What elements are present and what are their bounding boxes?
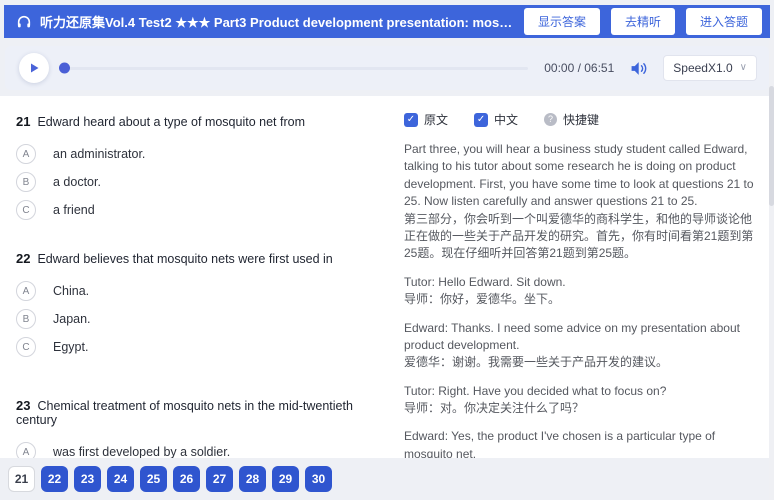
question-nav-22[interactable]: 22 (41, 466, 68, 492)
transcript-en: Tutor: Right. Have you decided what to f… (404, 383, 667, 398)
option-letter-badge[interactable]: B (16, 172, 36, 192)
question-nav-26[interactable]: 26 (173, 466, 200, 492)
help-circle-icon: ? (544, 113, 558, 126)
speed-select[interactable]: SpeedX1.0 ∨ (663, 55, 757, 81)
question-nav-28[interactable]: 28 (239, 466, 266, 492)
option-label: China. (53, 284, 90, 298)
transcript-zh: 导师：对。你决定关注什么了吗？ (404, 401, 585, 416)
scrollbar-thumb[interactable] (769, 86, 774, 206)
question-nav-25[interactable]: 25 (140, 466, 167, 492)
question-number: 23 (16, 398, 31, 413)
page-scrollbar[interactable] (769, 40, 774, 500)
option-label: Japan. (53, 312, 91, 326)
option-21-a[interactable]: A an administrator. (16, 144, 386, 164)
header-bar: 听力还原集Vol.4 Test2 ★★★ Part3 Product devel… (4, 5, 770, 38)
transcript-paragraph: Tutor: Hello Edward. Sit down. 导师：你好，爱德华… (404, 274, 758, 309)
question-text: Edward heard about a type of mosquito ne… (37, 115, 305, 129)
shortcut-label: 快捷键 (563, 113, 600, 127)
main-content: 21 Edward heard about a type of mosquito … (0, 96, 774, 458)
transcript-paragraph: Edward: Thanks. I need some advice on my… (404, 320, 758, 372)
questions-panel: 21 Edward heard about a type of mosquito … (0, 96, 394, 458)
time-display: 00:00 / 06:51 (544, 61, 615, 75)
option-label: was first developed by a soldier. (53, 445, 231, 458)
checkbox-checked-icon[interactable]: ✓ (474, 112, 489, 127)
transcript-paragraph: Part three, you will hear a business stu… (404, 141, 758, 263)
progress-bar[interactable] (59, 62, 529, 74)
transcript-zh: 爱德华：谢谢。我需要一些关于产品开发的建议。 (404, 355, 669, 370)
option-21-c[interactable]: C a friend (16, 200, 386, 220)
question-nav-27[interactable]: 27 (206, 466, 233, 492)
option-21-b[interactable]: B a doctor. (16, 172, 386, 192)
option-label: an administrator. (53, 147, 146, 161)
option-label: Egypt. (53, 340, 89, 354)
audio-player: 00:00 / 06:51 SpeedX1.0 ∨ (5, 46, 769, 90)
question-nav: 21 22 23 24 25 26 27 28 29 30 (8, 466, 338, 492)
question-22: 22 Edward believes that mosquito nets wer… (16, 251, 386, 357)
speed-value: SpeedX1.0 (673, 61, 733, 75)
question-nav-30[interactable]: 30 (305, 466, 332, 492)
option-letter-badge[interactable]: C (16, 200, 36, 220)
header-buttons: 显示答案 去精听 进入答题 (513, 8, 762, 35)
question-23: 23 Chemical treatment of mosquito nets in… (16, 398, 386, 458)
transcript-panel: ✓ 原文 ✓ 中文 ? 快捷键 Part three, you will hea… (394, 96, 774, 458)
option-letter-badge[interactable]: A (16, 144, 36, 164)
question-text: Chemical treatment of mosquito nets in t… (16, 399, 353, 427)
transcript-en: Part three, you will hear a business stu… (404, 142, 754, 209)
toggle-original-text[interactable]: ✓ 原文 (404, 111, 448, 128)
progress-handle[interactable] (59, 62, 70, 74)
transcript-paragraph: Edward: Yes, the product I've chosen is … (404, 428, 758, 458)
question-number: 21 (16, 114, 31, 129)
question-nav-23[interactable]: 23 (74, 466, 101, 492)
option-label: a friend (53, 203, 95, 217)
play-icon (31, 63, 39, 73)
question-nav-21[interactable]: 21 (8, 466, 35, 492)
transcript-en: Tutor: Hello Edward. Sit down. (404, 274, 566, 289)
option-label: a doctor. (53, 175, 101, 189)
transcript-zh: 第三部分，你会听到一个叫爱德华的商科学生，和他的导师谈论他正在做的一些关于产品开… (404, 211, 754, 261)
option-letter-badge[interactable]: A (16, 281, 36, 301)
transcript-toggles: ✓ 原文 ✓ 中文 ? 快捷键 (404, 111, 758, 128)
option-letter-badge[interactable]: C (16, 337, 36, 357)
header-title-group: 听力还原集Vol.4 Test2 ★★★ Part3 Product devel… (16, 12, 513, 31)
option-22-c[interactable]: C Egypt. (16, 337, 386, 357)
play-button[interactable] (19, 53, 49, 83)
chevron-down-icon: ∨ (739, 62, 747, 73)
volume-icon[interactable] (630, 60, 649, 77)
question-nav-24[interactable]: 24 (107, 466, 134, 492)
transcript-en: Edward: Yes, the product I've chosen is … (404, 429, 716, 458)
shortcut-keys-button[interactable]: ? 快捷键 (544, 111, 599, 128)
headphones-icon (17, 15, 31, 27)
option-letter-badge[interactable]: B (16, 309, 36, 329)
question-nav-29[interactable]: 29 (272, 466, 299, 492)
transcript-zh: 导师：你好，爱德华。坐下。 (404, 292, 561, 307)
option-22-b[interactable]: B Japan. (16, 309, 386, 329)
question-21: 21 Edward heard about a type of mosquito … (16, 114, 386, 220)
toggle-chinese[interactable]: ✓ 中文 (474, 111, 518, 128)
question-text: Edward believes that mosquito nets were … (37, 252, 333, 266)
enter-answering-button[interactable]: 进入答题 (685, 8, 762, 35)
toggle-label: 原文 (424, 113, 449, 127)
toggle-label: 中文 (494, 113, 519, 127)
page-title: 听力还原集Vol.4 Test2 ★★★ Part3 Product devel… (40, 15, 513, 30)
show-answers-button[interactable]: 显示答案 (523, 8, 600, 35)
option-letter-badge[interactable]: A (16, 442, 36, 458)
transcript-en: Edward: Thanks. I need some advice on my… (404, 320, 740, 352)
option-22-a[interactable]: A China. (16, 281, 386, 301)
checkbox-checked-icon[interactable]: ✓ (404, 112, 418, 127)
intensive-listening-button[interactable]: 去精听 (610, 8, 675, 35)
question-number: 22 (16, 251, 31, 266)
transcript-paragraph: Tutor: Right. Have you decided what to f… (404, 383, 758, 418)
option-23-a[interactable]: A was first developed by a soldier. (16, 442, 386, 458)
